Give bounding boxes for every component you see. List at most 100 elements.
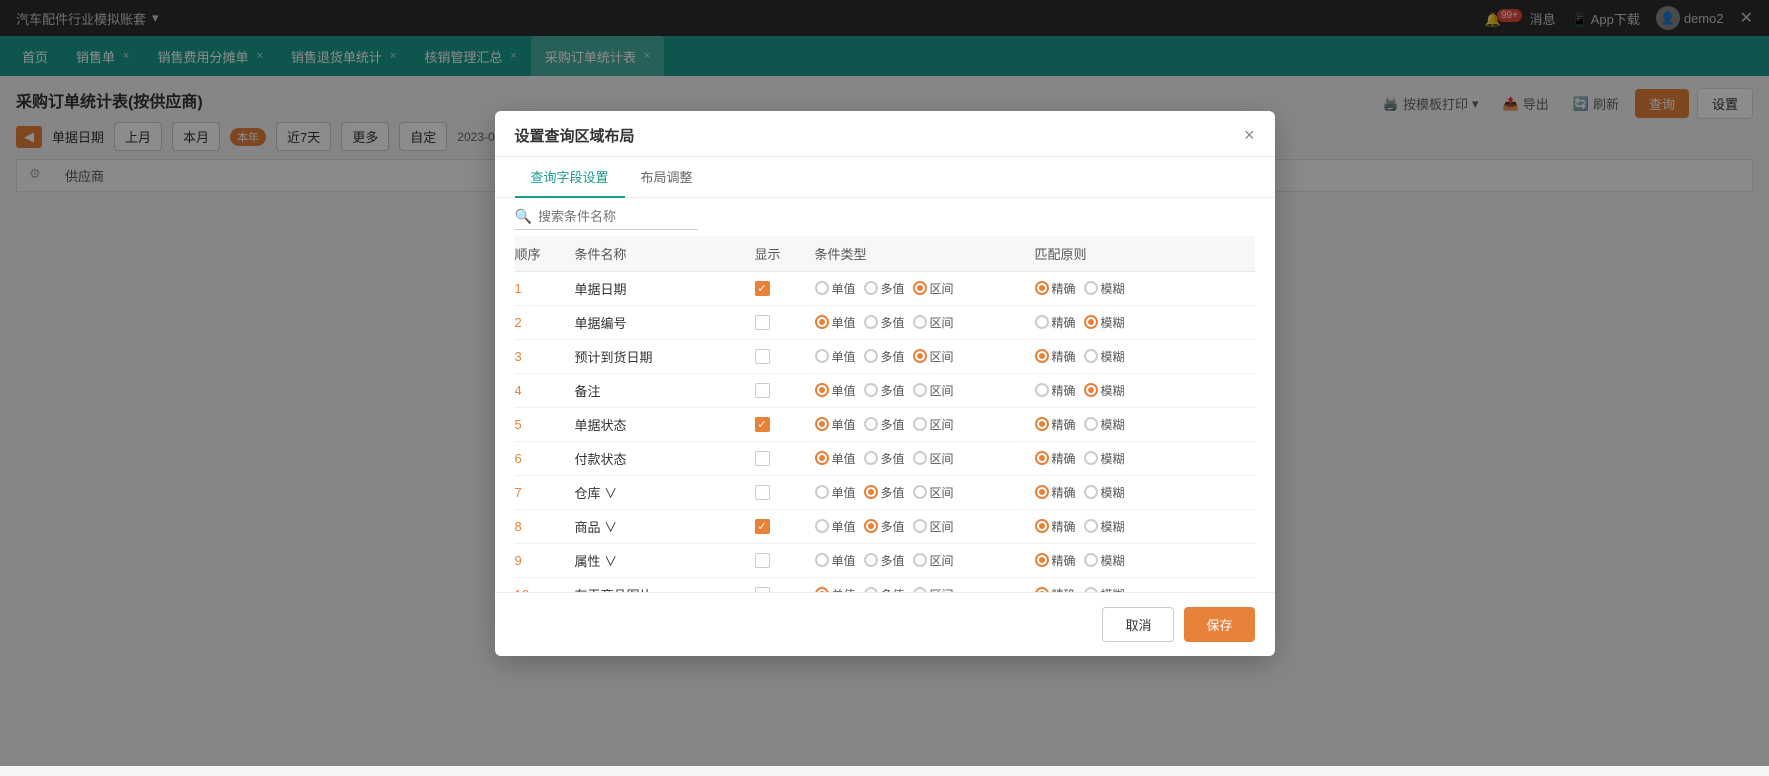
match-type-radio[interactable]: 精确 — [1035, 348, 1076, 365]
cond-type-radio[interactable]: 单值 — [815, 450, 856, 467]
cond-type-radio[interactable]: 多值 — [864, 552, 905, 569]
table-row: 1单据日期单值多值区间精确模糊 — [515, 272, 1255, 306]
cond-type-radio[interactable]: 区间 — [913, 450, 954, 467]
cond-type-radio[interactable]: 区间 — [913, 416, 954, 433]
radio-label: 精确 — [1052, 518, 1076, 535]
match-type-radio[interactable]: 模糊 — [1084, 450, 1125, 467]
match-type-radio[interactable]: 模糊 — [1084, 314, 1125, 331]
dialog-close-button[interactable]: × — [1244, 126, 1255, 144]
row-condition-name: 有无商品图片 — [575, 585, 755, 592]
match-type-radio[interactable]: 精确 — [1035, 450, 1076, 467]
row-cond-type: 单值多值 区间 — [815, 416, 1035, 433]
row-checkbox[interactable] — [755, 281, 770, 296]
cond-type-radio[interactable]: 单值 — [815, 348, 856, 365]
cond-type-radio[interactable]: 单值 — [815, 518, 856, 535]
row-match-type: 精确模糊 — [1035, 484, 1255, 501]
match-type-radio[interactable]: 精确 — [1035, 552, 1076, 569]
radio-label: 模糊 — [1101, 552, 1125, 569]
radio-label: 精确 — [1052, 552, 1076, 569]
cancel-button[interactable]: 取消 — [1102, 607, 1174, 642]
radio-circle — [1035, 451, 1049, 465]
row-cond-type: 单值 多值区间 — [815, 348, 1035, 365]
radio-circle — [864, 281, 878, 295]
match-type-radio[interactable]: 模糊 — [1084, 416, 1125, 433]
cond-type-radio[interactable]: 多值 — [864, 450, 905, 467]
match-type-radio[interactable]: 精确 — [1035, 484, 1076, 501]
match-type-radio[interactable]: 精确 — [1035, 518, 1076, 535]
row-checkbox[interactable] — [755, 349, 770, 364]
radio-circle — [864, 349, 878, 363]
radio-circle — [1084, 315, 1098, 329]
match-type-radio[interactable]: 模糊 — [1084, 552, 1125, 569]
cond-type-radio[interactable]: 多值 — [864, 280, 905, 297]
radio-label: 多值 — [881, 348, 905, 365]
dialog-tab-query-label: 查询字段设置 — [531, 170, 609, 185]
radio-label: 多值 — [881, 484, 905, 501]
row-match-type: 精确模糊 — [1035, 348, 1255, 365]
radio-circle — [1084, 349, 1098, 363]
radio-label: 单值 — [832, 382, 856, 399]
row-condition-name: 单据状态 — [575, 415, 755, 434]
row-num: 8 — [515, 519, 575, 534]
cond-type-radio[interactable]: 单值 — [815, 280, 856, 297]
match-type-radio[interactable]: 精确 — [1035, 314, 1076, 331]
radio-circle — [1035, 553, 1049, 567]
cond-type-radio[interactable]: 区间 — [913, 314, 954, 331]
cond-type-radio[interactable]: 单值 — [815, 382, 856, 399]
row-condition-name: 单据编号 — [575, 313, 755, 332]
row-num: 9 — [515, 553, 575, 568]
table-row: 5单据状态单值多值区间精确模糊 — [515, 408, 1255, 442]
radio-circle — [1035, 485, 1049, 499]
cond-type-radio[interactable]: 区间 — [913, 382, 954, 399]
radio-label: 模糊 — [1101, 382, 1125, 399]
match-type-radio[interactable]: 模糊 — [1084, 280, 1125, 297]
table-row: 3预计到货日期单值多值区间精确模糊 — [515, 340, 1255, 374]
radio-circle — [1084, 383, 1098, 397]
match-type-radio[interactable]: 精确 — [1035, 382, 1076, 399]
cond-type-radio[interactable]: 区间 — [913, 552, 954, 569]
row-cond-type: 单值多值区间 — [815, 280, 1035, 297]
cond-type-radio[interactable]: 区间 — [913, 484, 954, 501]
match-type-radio[interactable]: 精确 — [1035, 280, 1076, 297]
radio-label: 区间 — [930, 416, 954, 433]
row-num: 3 — [515, 349, 575, 364]
cond-type-radio[interactable]: 多值 — [864, 518, 905, 535]
cond-type-radio[interactable]: 多值 — [864, 484, 905, 501]
row-checkbox[interactable] — [755, 417, 770, 432]
search-input[interactable] — [538, 209, 698, 224]
cond-type-radio[interactable]: 区间 — [913, 518, 954, 535]
match-type-radio[interactable]: 模糊 — [1084, 518, 1125, 535]
cond-type-radio[interactable]: 单值 — [815, 314, 856, 331]
radio-circle — [913, 519, 927, 533]
cond-type-radio[interactable]: 多值 — [864, 314, 905, 331]
row-checkbox[interactable] — [755, 315, 770, 330]
radio-circle — [815, 553, 829, 567]
row-checkbox[interactable] — [755, 485, 770, 500]
radio-label: 多值 — [881, 382, 905, 399]
cond-type-radio[interactable]: 单值 — [815, 484, 856, 501]
cond-type-radio[interactable]: 多值 — [864, 348, 905, 365]
cond-type-radio[interactable]: 多值 — [864, 382, 905, 399]
row-checkbox[interactable] — [755, 519, 770, 534]
dialog-tab-layout[interactable]: 布局调整 — [625, 157, 709, 198]
row-match-type: 精确模糊 — [1035, 416, 1255, 433]
row-checkbox[interactable] — [755, 451, 770, 466]
match-type-radio[interactable]: 精确 — [1035, 416, 1076, 433]
cond-type-radio[interactable]: 单值 — [815, 416, 856, 433]
radio-circle — [815, 519, 829, 533]
save-button[interactable]: 保存 — [1184, 607, 1254, 642]
cond-type-radio[interactable]: 区间 — [913, 348, 954, 365]
cond-type-radio[interactable]: 多值 — [864, 416, 905, 433]
radio-label: 多值 — [881, 518, 905, 535]
cond-type-radio[interactable]: 区间 — [913, 280, 954, 297]
row-checkbox[interactable] — [755, 553, 770, 568]
row-checkbox[interactable] — [755, 383, 770, 398]
match-type-radio[interactable]: 模糊 — [1084, 382, 1125, 399]
radio-label: 模糊 — [1101, 450, 1125, 467]
table-row: 9属性 ∨单值多值区间精确模糊 — [515, 544, 1255, 578]
cond-type-radio[interactable]: 单值 — [815, 552, 856, 569]
match-type-radio[interactable]: 模糊 — [1084, 348, 1125, 365]
dialog-tab-query-fields[interactable]: 查询字段设置 — [515, 157, 625, 198]
match-type-radio[interactable]: 模糊 — [1084, 484, 1125, 501]
radio-label: 精确 — [1052, 280, 1076, 297]
